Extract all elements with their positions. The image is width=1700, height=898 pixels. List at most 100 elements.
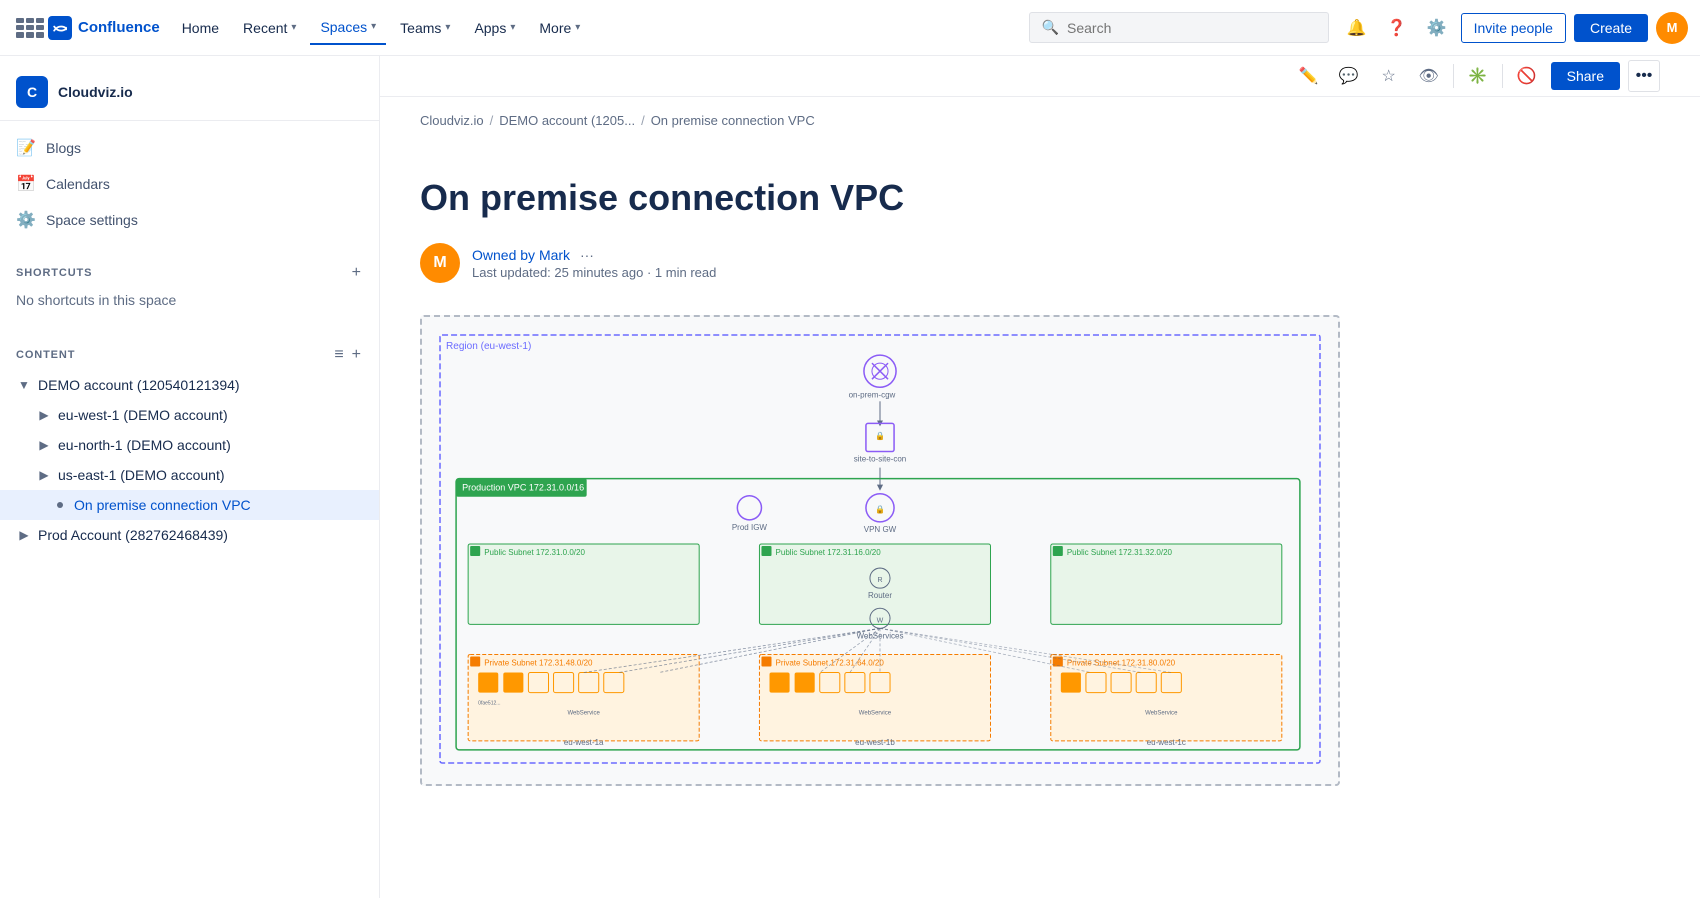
- tree-item-eu-north-1[interactable]: ▶ eu-north-1 (DEMO account): [0, 430, 379, 460]
- sidebar-main-section: 📝 Blogs + 📅 Calendars ⚙️ Space settings: [0, 121, 379, 246]
- calendars-icon: 📅: [16, 174, 36, 194]
- svg-text:Public Subnet 172.31.16.0/20: Public Subnet 172.31.16.0/20: [776, 548, 882, 557]
- nav-teams[interactable]: Teams ▾: [390, 12, 460, 44]
- comment-button[interactable]: 💬: [1333, 60, 1365, 92]
- content-add-button[interactable]: +: [350, 344, 363, 366]
- watch-button[interactable]: 👁: [1413, 60, 1445, 92]
- on-premise-bullet: [57, 502, 63, 508]
- toolbar-divider-1: [1453, 64, 1454, 88]
- sidebar-item-calendars[interactable]: 📅 Calendars: [0, 166, 379, 202]
- tree-item-prod-account[interactable]: ▶ Prod Account (282762468439): [0, 520, 379, 550]
- svg-text:🔒: 🔒: [875, 505, 885, 514]
- restrict-button[interactable]: 🚫: [1511, 60, 1543, 92]
- svg-text:W: W: [877, 617, 884, 624]
- share-button[interactable]: Share: [1551, 62, 1620, 90]
- edit-button[interactable]: ✏️: [1293, 60, 1325, 92]
- page-title: On premise connection VPC: [420, 176, 1340, 219]
- settings-button[interactable]: ⚙️: [1421, 12, 1453, 44]
- teams-chevron: ▾: [445, 22, 450, 33]
- notifications-button[interactable]: 🔔: [1341, 12, 1373, 44]
- user-avatar[interactable]: M: [1656, 12, 1688, 44]
- owner-name[interactable]: Mark: [539, 247, 570, 263]
- demo-account-label: DEMO account (120540121394): [38, 377, 363, 393]
- content-tree: ▼ DEMO account (120540121394) ▶ eu-west-…: [0, 370, 379, 550]
- sidebar-header: C Cloudviz.io: [0, 56, 379, 121]
- blogs-icon: 📝: [16, 138, 36, 158]
- nav-more[interactable]: More ▾: [529, 12, 590, 44]
- eu-north-expand-icon: ▶: [36, 437, 52, 453]
- more-chevron: ▾: [575, 22, 580, 33]
- calendars-label: Calendars: [46, 176, 363, 192]
- confluence-logo[interactable]: Confluence: [48, 16, 160, 40]
- grid-icon[interactable]: [12, 14, 40, 42]
- breadcrumb-cloudviz[interactable]: Cloudviz.io: [420, 113, 484, 128]
- breadcrumb-demo[interactable]: DEMO account (1205...: [499, 113, 635, 128]
- svg-text:🔒: 🔒: [875, 432, 885, 441]
- shortcuts-empty-message: No shortcuts in this space: [0, 288, 379, 320]
- us-east-1-label: us-east-1 (DEMO account): [58, 467, 363, 483]
- blogs-label: Blogs: [46, 140, 342, 156]
- page-meta: M Owned by Mark ··· Last updated: 25 min…: [420, 243, 1340, 283]
- meta-time-line: Last updated: 25 minutes ago · 1 min rea…: [472, 265, 716, 280]
- svg-text:Prod IGW: Prod IGW: [732, 523, 768, 532]
- tree-item-us-east-1[interactable]: ▶ us-east-1 (DEMO account): [0, 460, 379, 490]
- breadcrumb-sep-1: /: [490, 113, 494, 128]
- sidebar: C Cloudviz.io 📝 Blogs + 📅 Calendars ⚙️ S…: [0, 56, 380, 898]
- svg-text:eu-west-1b: eu-west-1b: [855, 738, 895, 747]
- plugin-button[interactable]: ✳️: [1462, 60, 1494, 92]
- spaces-chevron: ▾: [371, 21, 376, 32]
- svg-text:Private Subnet 172.31.64.0/20: Private Subnet 172.31.64.0/20: [776, 659, 885, 668]
- search-bar[interactable]: 🔍: [1029, 12, 1329, 43]
- nav-spaces[interactable]: Spaces ▾: [310, 11, 386, 45]
- svg-text:Production VPC 172.31.0.0/16: Production VPC 172.31.0.0/16: [462, 483, 584, 493]
- owner-line: Owned by Mark ···: [472, 247, 716, 263]
- nav-home[interactable]: Home: [172, 12, 229, 44]
- add-shortcut-button[interactable]: +: [350, 262, 363, 284]
- content-filter-button[interactable]: ≡: [332, 344, 345, 366]
- breadcrumb-current: On premise connection VPC: [651, 113, 815, 128]
- shortcuts-section: SHORTCUTS + No shortcuts in this space: [0, 246, 379, 328]
- eu-north-1-label: eu-north-1 (DEMO account): [58, 437, 363, 453]
- svg-text:WebService: WebService: [1145, 711, 1178, 717]
- owned-by-text: Owned by: [472, 247, 535, 263]
- recent-chevron: ▾: [291, 22, 296, 33]
- star-button[interactable]: ☆: [1373, 60, 1405, 92]
- help-button[interactable]: ❓: [1381, 12, 1413, 44]
- toolbar-divider-2: [1502, 64, 1503, 88]
- space-settings-icon: ⚙️: [16, 210, 36, 230]
- tree-item-on-premise[interactable]: On premise connection VPC: [0, 490, 379, 520]
- svg-text:eu-west-1c: eu-west-1c: [1147, 738, 1186, 747]
- tree-item-demo-account[interactable]: ▼ DEMO account (120540121394): [0, 370, 379, 400]
- sidebar-item-blogs[interactable]: 📝 Blogs +: [0, 129, 379, 166]
- sidebar-item-space-settings[interactable]: ⚙️ Space settings: [0, 202, 379, 238]
- prod-account-label: Prod Account (282762468439): [38, 527, 363, 543]
- tree-item-eu-west-1[interactable]: ▶ eu-west-1 (DEMO account): [0, 400, 379, 430]
- svg-text:R: R: [877, 577, 882, 584]
- shortcuts-header: SHORTCUTS +: [0, 254, 379, 288]
- confluence-icon: [48, 16, 72, 40]
- owner-more-dots[interactable]: ···: [580, 247, 594, 263]
- nav-apps[interactable]: Apps ▾: [464, 12, 525, 44]
- main-content: ✏️ 💬 ☆ 👁 ✳️ 🚫 Share ••• Cloudviz.io / DE…: [380, 56, 1700, 898]
- search-input[interactable]: [1067, 20, 1316, 36]
- svg-text:eu-west-1a: eu-west-1a: [564, 738, 604, 747]
- svg-text:site-to-site-con: site-to-site-con: [854, 455, 907, 464]
- svg-text:VPN GW: VPN GW: [864, 525, 897, 534]
- invite-people-button[interactable]: Invite people: [1461, 13, 1566, 43]
- top-nav: Confluence Home Recent ▾ Spaces ▾ Teams …: [0, 0, 1700, 56]
- breadcrumb: Cloudviz.io / DEMO account (1205... / On…: [380, 97, 1700, 136]
- space-logo: C: [16, 76, 48, 108]
- more-actions-button[interactable]: •••: [1628, 60, 1660, 92]
- page-body: On premise connection VPC M Owned by Mar…: [380, 136, 1380, 866]
- create-button[interactable]: Create: [1574, 14, 1648, 42]
- diagram-container[interactable]: Region (eu-west-1) on-prem-cgw 🔒 site-to…: [420, 315, 1340, 786]
- eu-west-expand-icon: ▶: [36, 407, 52, 423]
- meta-info: Owned by Mark ··· Last updated: 25 minut…: [472, 247, 716, 280]
- nav-recent[interactable]: Recent ▾: [233, 12, 306, 44]
- confluence-label: Confluence: [78, 19, 160, 36]
- svg-text:Region (eu-west-1): Region (eu-west-1): [446, 341, 531, 352]
- nav-actions: 🔔 ❓ ⚙️ Invite people Create M: [1341, 12, 1688, 44]
- time-ago: 25 minutes ago: [554, 265, 643, 280]
- on-premise-label: On premise connection VPC: [74, 497, 363, 513]
- page-toolbar: ✏️ 💬 ☆ 👁 ✳️ 🚫 Share •••: [380, 56, 1700, 97]
